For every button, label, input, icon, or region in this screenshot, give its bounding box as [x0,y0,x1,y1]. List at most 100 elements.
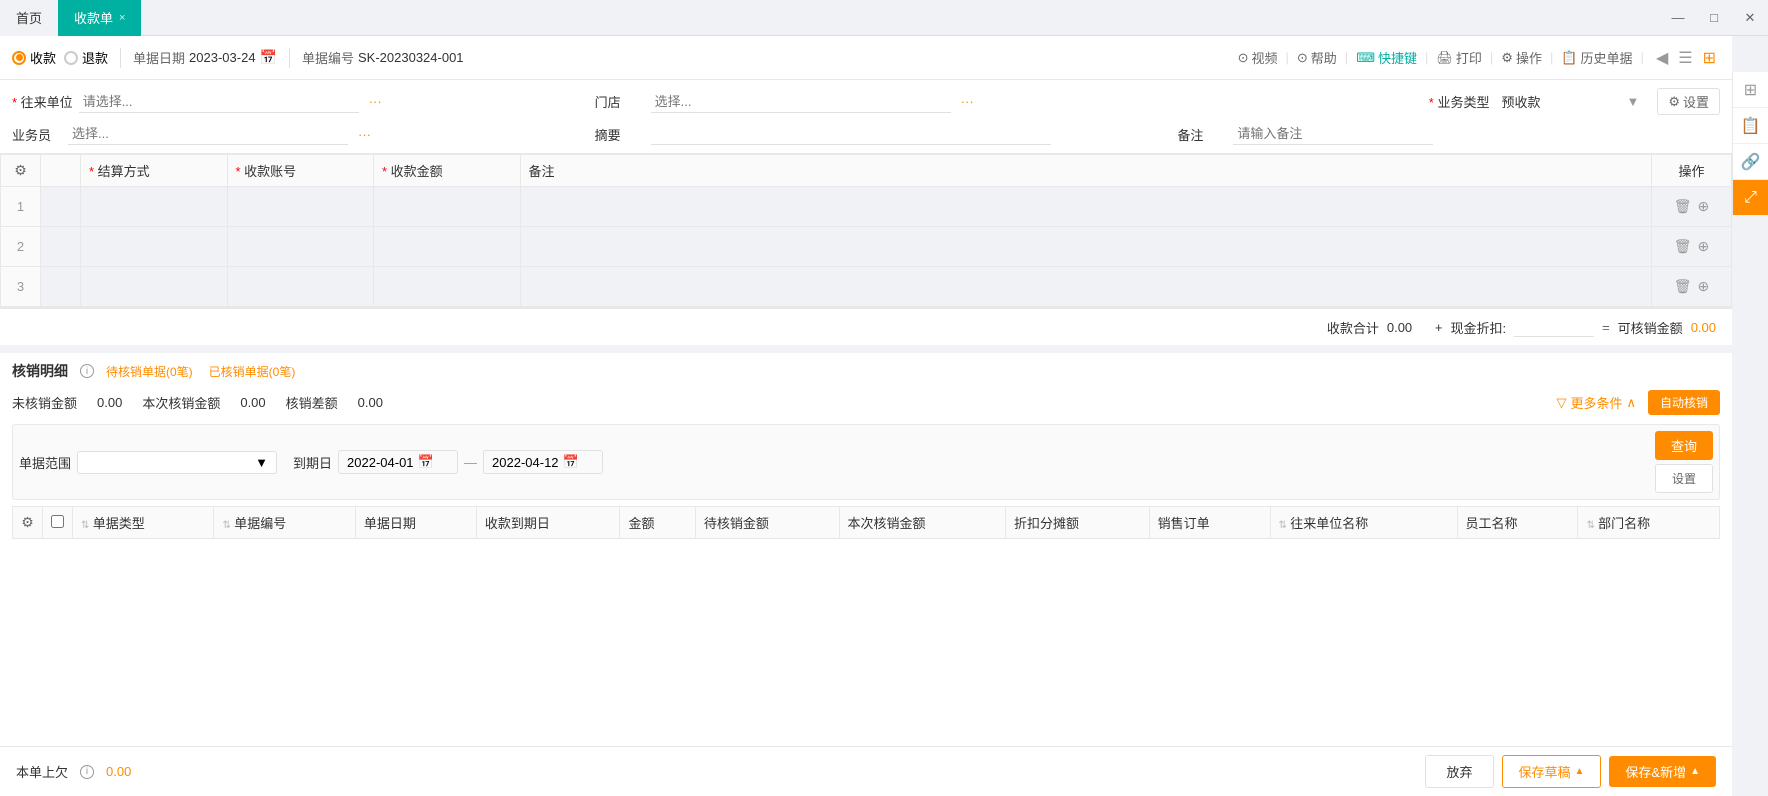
staff-dots-icon[interactable]: ··· [358,127,371,142]
receipt-type-group: 收款 退款 [12,48,108,67]
side-doc-icon[interactable]: 📋 [1733,108,1768,144]
number-field: 单据编号 SK-20230324-001 [302,48,464,67]
close-window-button[interactable]: ✕ [1732,0,1768,36]
row-3-remark[interactable] [520,267,1652,307]
row-1-account[interactable] [227,187,374,227]
video-action[interactable]: ⊙ 视频 [1238,48,1278,67]
shop-dots-icon[interactable]: ··· [961,94,974,109]
tab-pending[interactable]: 待核销单据(0笔) [106,363,193,380]
row-2-amount[interactable] [374,227,521,267]
section-divider [0,345,1732,353]
col-partner-header: ⇅ 往来单位名称 [1270,507,1457,539]
tab-done[interactable]: 已核销单据(0笔) [209,363,296,380]
verifiable-value: 0.00 [1691,320,1716,335]
side-table-icon[interactable]: ⊞ [1733,72,1768,108]
table-settings-icon[interactable]: ⚙ [14,162,27,179]
partner-dots-icon[interactable]: ··· [369,94,382,109]
col-staff-header: 员工名称 [1457,507,1578,539]
row-3-actions: 🗑 ⊕ [1652,267,1732,307]
remark-field: 备注 [1177,123,1720,145]
minimize-button[interactable]: — [1660,0,1696,36]
abandon-button[interactable]: 放弃 [1425,755,1493,788]
row-1-copy-icon[interactable]: ⊕ [1698,198,1710,215]
select-all-checkbox[interactable] [51,515,64,528]
grid-view-btn[interactable]: ⊞ [1699,46,1720,70]
query-button[interactable]: 查询 [1655,431,1713,460]
row-2-account[interactable] [227,227,374,267]
verification-info-icon[interactable]: i [80,364,94,378]
partner-input[interactable] [79,91,359,113]
list-view-btn[interactable]: ☰ [1674,46,1696,70]
col-rownum-header [41,155,81,187]
row-3-delete-icon[interactable]: 🗑 [1674,278,1692,295]
business-type-field: 业务类型 预收款 ▼ ⚙ 设置 [1177,88,1720,115]
save-new-button[interactable]: 保存&新增 ▲ [1609,756,1716,787]
shop-field: 门店 ··· [595,91,1138,113]
business-type-arrow-icon[interactable]: ▼ [1626,94,1639,109]
row-3-amount[interactable] [374,267,521,307]
shop-input[interactable] [651,91,951,113]
bottom-table-settings-icon[interactable]: ⚙ [21,514,34,531]
remark-label: 备注 [1177,125,1227,144]
col-amount-header: 金额 [620,507,695,539]
partner-field: 往来单位 ··· [12,91,555,113]
shortcut-action[interactable]: ⌨ 快捷键 [1356,48,1417,67]
calendar-icon[interactable]: 📅 [260,49,277,66]
row-1-settlement[interactable] [81,187,228,227]
setting-small-button[interactable]: 设置 [1655,464,1713,493]
radio-receipt[interactable]: 收款 [12,48,56,67]
row-2-delete-icon[interactable]: 🗑 [1674,238,1692,255]
col-discount-header: 折扣分摊额 [1005,507,1149,539]
setting-button[interactable]: ⚙ 设置 [1657,88,1720,115]
row-2-copy-icon[interactable]: ⊕ [1698,238,1710,255]
due-date-start-input[interactable]: 2022-04-01 📅 [338,450,458,474]
auto-write-off-button[interactable]: 自动核销 [1648,390,1720,415]
cash-discount-input[interactable] [1514,317,1594,337]
summary-input[interactable] [651,123,1051,145]
col-operation-header: 操作 [1652,155,1732,187]
help-action[interactable]: ⊙ 帮助 [1297,48,1337,67]
tab-home[interactable]: 首页 [0,0,58,36]
row-3-account[interactable] [227,267,374,307]
due-date-end-input[interactable]: 2022-04-12 📅 [483,450,603,474]
row-3-num: 3 [1,267,41,307]
current-verify-label: 本次核销金额 [142,393,220,412]
staff-input[interactable] [68,123,348,145]
operation-action[interactable]: ⚙ 操作 [1501,48,1542,67]
row-1-delete-icon[interactable]: 🗑 [1674,198,1692,215]
date-field: 单据日期 2023-03-24 📅 [133,48,277,67]
side-icons-panel: ⊞ 📋 🔗 ⤢ [1732,72,1768,216]
row-1-remark[interactable] [520,187,1652,227]
side-link-icon[interactable]: 🔗 [1733,144,1768,180]
filter-icon: ▽ [1556,395,1566,411]
maximize-button[interactable]: □ [1696,0,1732,36]
range-filter-select[interactable]: ▼ [77,451,277,474]
col-pending-header: 待核销金额 [695,507,839,539]
diff-label: 核销差额 [286,393,338,412]
prev-view-btn[interactable]: ◀ [1652,46,1672,70]
radio-refund[interactable]: 退款 [64,48,108,67]
history-action[interactable]: 📋 历史单据 [1561,48,1632,67]
footer-info-icon[interactable]: i [80,765,94,779]
row-3-copy-icon[interactable]: ⊕ [1698,278,1710,295]
verifiable-label: 可核销金额 [1618,318,1683,337]
tab-current[interactable]: 收款单 × [58,0,141,36]
print-action[interactable]: 🖨 打印 [1436,48,1482,67]
row-2-remark[interactable] [520,227,1652,267]
col-due-date-header: 收款到期日 [476,507,620,539]
row-1-amount[interactable] [374,187,521,227]
calendar-start-icon: 📅 [418,454,434,470]
date-range-separator: — [464,455,477,470]
close-tab-icon[interactable]: × [119,12,125,24]
receipt-table-container: ⚙ 结算方式 收款账号 收款金额 备注 操作 1 [0,154,1732,308]
due-date-end-value: 2022-04-12 [492,455,559,470]
row-3-settlement[interactable] [81,267,228,307]
remark-input[interactable] [1233,123,1433,145]
side-expand-icon[interactable]: ⤢ [1733,180,1768,216]
row-2-settlement[interactable] [81,227,228,267]
more-conditions-button[interactable]: ▽ 更多条件 ∧ [1556,393,1636,412]
save-draft-button[interactable]: 保存草稿 ▲ [1502,755,1602,788]
radio-receipt-indicator [12,51,26,65]
save-draft-arrow-icon: ▲ [1575,766,1585,777]
col-sales-header: 销售订单 [1149,507,1270,539]
